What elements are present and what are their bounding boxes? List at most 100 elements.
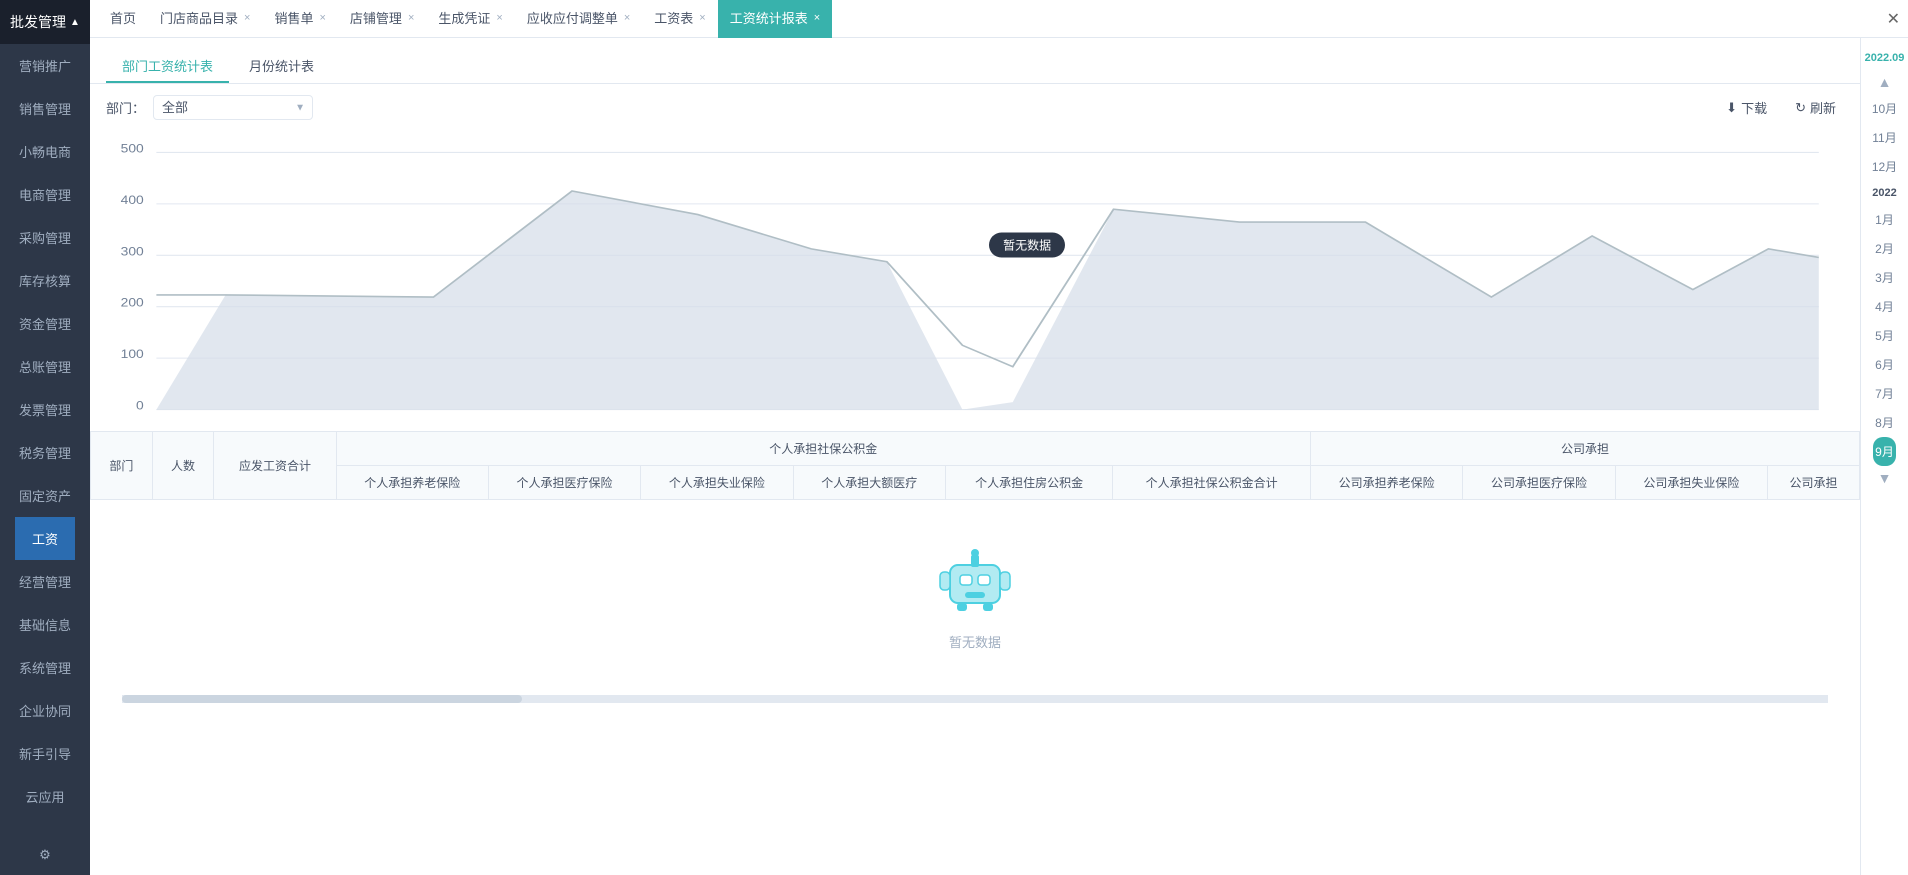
sidebar-item-purchase[interactable]: 采购管理 [15, 216, 75, 259]
col-dept: 部门 [91, 432, 153, 500]
sidebar-item-ecommerce[interactable]: 电商管理 [15, 173, 75, 216]
svg-text:500: 500 [121, 141, 144, 155]
main-area: 首页门店商品目录×销售单×店铺管理×生成凭证×应收应付调整单×工资表×工资统计报… [90, 0, 1908, 875]
tab-close-payroll[interactable]: × [699, 12, 705, 24]
toolbar-left: 部门： 全部 [106, 95, 313, 120]
sidebar-item-system[interactable]: 系统管理 [15, 646, 75, 689]
right-timeline-panel: 2022.09 ▲ 10月11月12月20221月2月3月4月5月6月7月8月9… [1860, 38, 1908, 875]
dept-select[interactable]: 全部 [153, 95, 313, 120]
sidebar-item-finance[interactable]: 资金管理 [15, 302, 75, 345]
sidebar-item-assets[interactable]: 固定资产 [15, 474, 75, 517]
col-total-salary: 应发工资合计 [214, 432, 336, 500]
sidebar-item-ledger[interactable]: 总账管理 [15, 345, 75, 388]
toolbar: 部门： 全部 ⬇ 下载 ↻ 刷新 [90, 84, 1860, 131]
timeline-year-label: 2022.09 [1861, 46, 1908, 70]
sidebar-item-ecommerce-small[interactable]: 小畅电商 [15, 130, 75, 173]
download-label: 下载 [1741, 98, 1767, 117]
tab-home[interactable]: 首页 [98, 0, 148, 38]
svg-text:100: 100 [121, 347, 144, 361]
timeline-item-sep[interactable]: 9月 [1873, 437, 1896, 466]
col-company-medical: 公司承担医疗保险 [1463, 466, 1615, 500]
chart-container: 500 400 300 200 100 0 [106, 131, 1844, 431]
col-group-personal: 个人承担社保公积金 [336, 432, 1310, 466]
tab-close-sales-order[interactable]: × [319, 12, 325, 24]
chart-area: 500 400 300 200 100 0 [90, 131, 1860, 431]
tab-salary-report[interactable]: 工资统计报表× [718, 0, 832, 38]
col-company-pension: 公司承担养老保险 [1311, 466, 1463, 500]
col-personal-major-medical: 个人承担大额医疗 [793, 466, 945, 500]
col-headcount: 人数 [152, 432, 214, 500]
timeline-item-apr[interactable]: 4月 [1869, 292, 1900, 321]
download-button[interactable]: ⬇ 下载 [1718, 94, 1775, 121]
timeline-item-year2022[interactable]: 2022 [1869, 181, 1900, 205]
sidebar-arrow-icon: ▲ [70, 17, 80, 28]
chart-tooltip: 暂无数据 [989, 233, 1065, 258]
empty-icon [935, 540, 1015, 620]
sidebar-item-guide[interactable]: 新手引导 [15, 732, 75, 775]
sidebar-item-enterprise[interactable]: 企业协同 [15, 689, 75, 732]
top-tabs-right: ✕ [1887, 9, 1900, 29]
sidebar-title[interactable]: 批发管理 ▲ [0, 0, 90, 44]
col-personal-pension: 个人承担养老保险 [336, 466, 488, 500]
refresh-icon: ↻ [1795, 100, 1806, 116]
timeline-item-oct[interactable]: 10月 [1869, 94, 1900, 123]
col-company-unemployment: 公司承担失业保险 [1615, 466, 1767, 500]
empty-text: 暂无数据 [949, 632, 1001, 651]
top-tabs: 首页门店商品目录×销售单×店铺管理×生成凭证×应收应付调整单×工资表×工资统计报… [90, 0, 1908, 38]
timeline-item-jul[interactable]: 7月 [1869, 379, 1900, 408]
tab-sales-order[interactable]: 销售单× [262, 0, 337, 38]
empty-state: 暂无数据 [91, 500, 1860, 691]
sidebar-settings[interactable]: ⚙ [0, 835, 90, 875]
timeline-down-nav[interactable]: ▼ [1861, 466, 1908, 490]
chart-svg: 500 400 300 200 100 0 [106, 131, 1844, 431]
col-personal-medical: 个人承担医疗保险 [488, 466, 640, 500]
sidebar-item-cloud[interactable]: 云应用 [15, 775, 75, 818]
sidebar-title-label: 批发管理 [10, 12, 66, 32]
tab-close-salary-report[interactable]: × [814, 12, 820, 24]
tab-dept-stats[interactable]: 部门工资统计表 [106, 50, 229, 83]
svg-text:200: 200 [121, 296, 144, 310]
tab-monthly-stats[interactable]: 月份统计表 [233, 50, 330, 83]
tab-store-mgmt[interactable]: 店铺管理× [338, 0, 426, 38]
tab-voucher[interactable]: 生成凭证× [426, 0, 514, 38]
timeline-item-may[interactable]: 5月 [1869, 321, 1900, 350]
timeline-up-nav[interactable]: ▲ [1861, 70, 1908, 94]
sidebar-item-marketing[interactable]: 营销推广 [15, 44, 75, 87]
tab-product-catalog[interactable]: 门店商品目录× [148, 0, 262, 38]
sidebar-item-inventory[interactable]: 库存核算 [15, 259, 75, 302]
timeline-item-jun[interactable]: 6月 [1869, 350, 1900, 379]
tab-close-voucher[interactable]: × [496, 12, 502, 24]
timeline-item-jan[interactable]: 1月 [1869, 205, 1900, 234]
sidebar-item-sales[interactable]: 销售管理 [15, 87, 75, 130]
close-all-button[interactable]: ✕ [1887, 9, 1900, 29]
tab-close-store-mgmt[interactable]: × [408, 12, 414, 24]
col-personal-total: 个人承担社保公积金合计 [1113, 466, 1311, 500]
tab-payroll[interactable]: 工资表× [642, 0, 717, 38]
data-table: 部门 人数 应发工资合计 个人承担社保公积金 公司承担 个人承担养老保险 个人承… [90, 431, 1860, 691]
tab-close-product-catalog[interactable]: × [244, 12, 250, 24]
tab-close-receivable[interactable]: × [624, 12, 630, 24]
svg-text:300: 300 [121, 244, 144, 258]
col-company-other: 公司承担 [1768, 466, 1860, 500]
col-group-company: 公司承担 [1311, 432, 1860, 466]
table-area[interactable]: 部门 人数 应发工资合计 个人承担社保公积金 公司承担 个人承担养老保险 个人承… [90, 431, 1860, 875]
timeline-item-nov[interactable]: 11月 [1869, 123, 1900, 152]
horizontal-scrollbar[interactable] [122, 695, 1828, 703]
sidebar-item-salary[interactable]: 工资 [15, 517, 75, 560]
tab-receivable[interactable]: 应收应付调整单× [515, 0, 642, 38]
timeline-item-aug[interactable]: 8月 [1869, 408, 1900, 437]
refresh-button[interactable]: ↻ 刷新 [1787, 94, 1844, 121]
page-content: 部门工资统计表 月份统计表 部门： 全部 ⬇ 下载 [90, 38, 1860, 875]
sidebar-item-operations[interactable]: 经营管理 [15, 560, 75, 603]
sidebar-item-invoice[interactable]: 发票管理 [15, 388, 75, 431]
timeline-item-mar[interactable]: 3月 [1869, 263, 1900, 292]
sub-tabs: 部门工资统计表 月份统计表 [90, 38, 1860, 84]
svg-text:400: 400 [121, 193, 144, 207]
timeline-item-dec[interactable]: 12月 [1869, 152, 1900, 181]
scrollbar-thumb [122, 695, 522, 703]
timeline-item-feb[interactable]: 2月 [1869, 234, 1900, 263]
dept-select-wrapper: 全部 [153, 95, 313, 120]
col-personal-unemployment: 个人承担失业保险 [641, 466, 793, 500]
sidebar-item-basic[interactable]: 基础信息 [15, 603, 75, 646]
sidebar-item-tax[interactable]: 税务管理 [15, 431, 75, 474]
